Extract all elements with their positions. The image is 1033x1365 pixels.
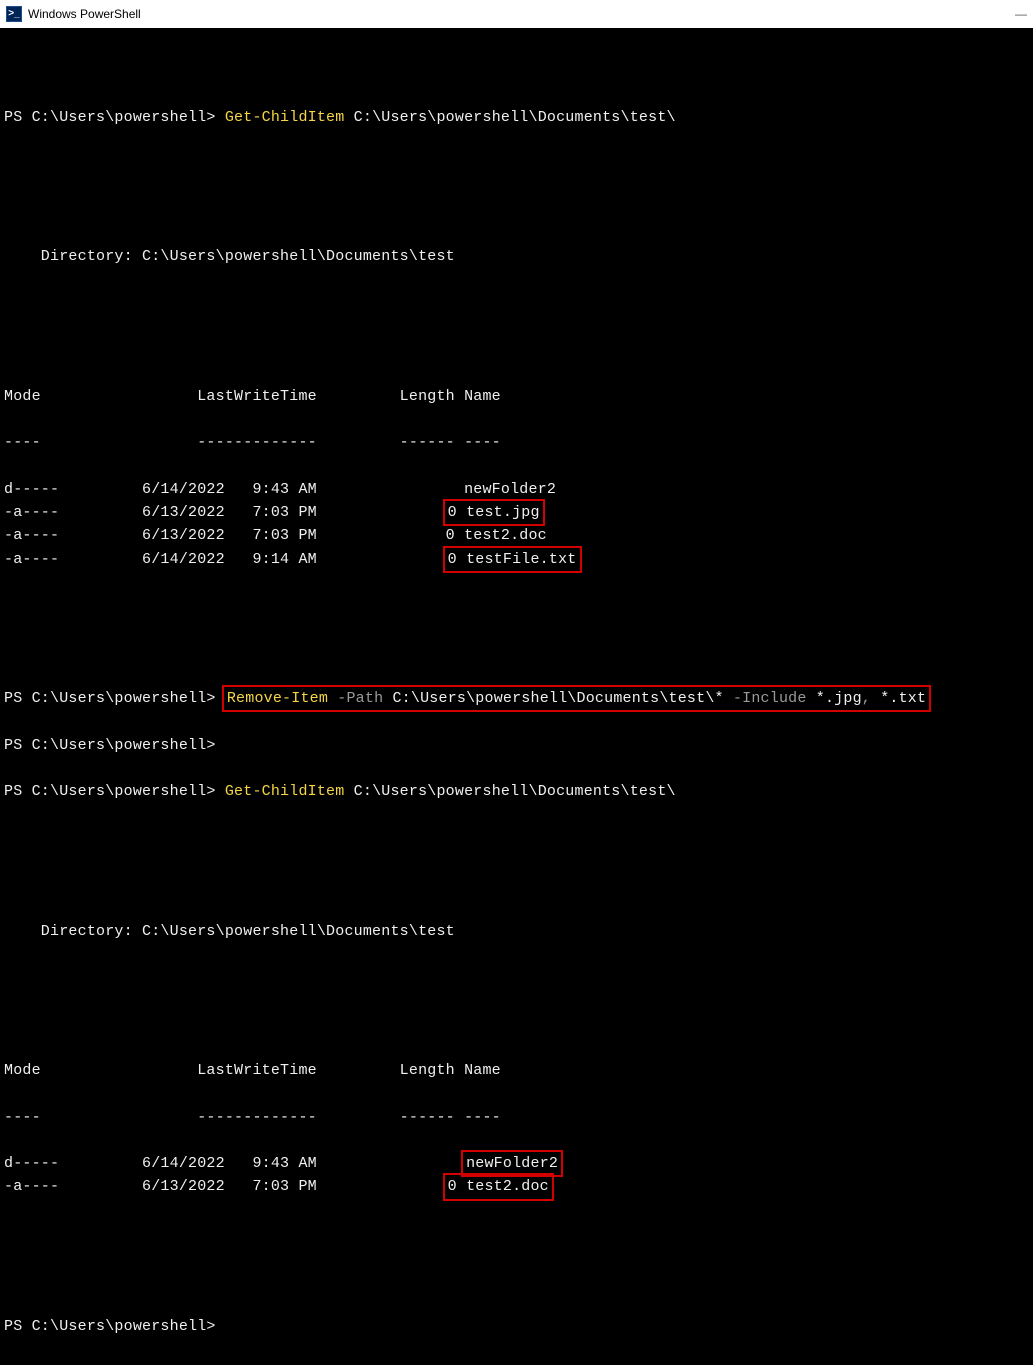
directory-line: Directory: C:\Users\powershell\Documents… <box>4 920 1029 943</box>
terminal-output[interactable]: PS C:\Users\powershell> Get-ChildItem C:… <box>0 28 1033 1365</box>
filter: *.jpg <box>816 690 862 707</box>
minimize-icon[interactable]: — <box>1015 5 1027 24</box>
highlighted-file: 0 testFile.txt <box>443 546 582 573</box>
highlighted-file: 0 test.jpg <box>443 499 545 526</box>
param: -Path <box>328 690 392 707</box>
directory-line: Directory: C:\Users\powershell\Documents… <box>4 245 1029 268</box>
table-header: Mode LastWriteTime Length Name <box>4 1059 1029 1082</box>
comma: , <box>862 690 880 707</box>
table-row: d----- 6/14/2022 9:43 AM newFolder2 <box>4 478 1029 501</box>
prompt: PS C:\Users\powershell> <box>4 1318 216 1335</box>
window-controls: — <box>1015 5 1027 24</box>
powershell-icon: >_ <box>6 6 22 22</box>
param: -Include <box>724 690 816 707</box>
table-row: -a---- 6/13/2022 7:03 PM 0 test2.doc <box>4 1175 1029 1198</box>
cmd-arg: C:\Users\powershell\Documents\test\ <box>344 783 675 800</box>
highlighted-command: Remove-Item -Path C:\Users\powershell\Do… <box>222 685 931 712</box>
table-row: d----- 6/14/2022 9:43 AM newFolder2 <box>4 1152 1029 1175</box>
table-header: Mode LastWriteTime Length Name <box>4 385 1029 408</box>
filter: *.txt <box>880 690 926 707</box>
table-row: -a---- 6/14/2022 9:14 AM 0 testFile.txt <box>4 548 1029 571</box>
window-title: Windows PowerShell <box>28 5 141 24</box>
cmd-path: C:\Users\powershell\Documents\test\* <box>392 690 723 707</box>
table-divider: ---- ------------- ------ ---- <box>4 431 1029 454</box>
table-row: -a---- 6/13/2022 7:03 PM 0 test.jpg <box>4 501 1029 524</box>
cmdlet: Remove-Item <box>227 690 328 707</box>
prompt: PS C:\Users\powershell> <box>4 783 225 800</box>
cmdlet: Get-ChildItem <box>225 783 345 800</box>
cmd-arg: C:\Users\powershell\Documents\test\ <box>344 109 675 126</box>
cmdlet: Get-ChildItem <box>225 109 345 126</box>
prompt: PS C:\Users\powershell> <box>4 109 225 126</box>
prompt: PS C:\Users\powershell> <box>4 690 225 707</box>
table-row: -a---- 6/13/2022 7:03 PM 0 test2.doc <box>4 524 1029 547</box>
prompt: PS C:\Users\powershell> <box>4 737 216 754</box>
highlighted-file: 0 test2.doc <box>443 1173 554 1200</box>
titlebar: >_ Windows PowerShell — <box>0 0 1033 28</box>
table-divider: ---- ------------- ------ ---- <box>4 1106 1029 1129</box>
